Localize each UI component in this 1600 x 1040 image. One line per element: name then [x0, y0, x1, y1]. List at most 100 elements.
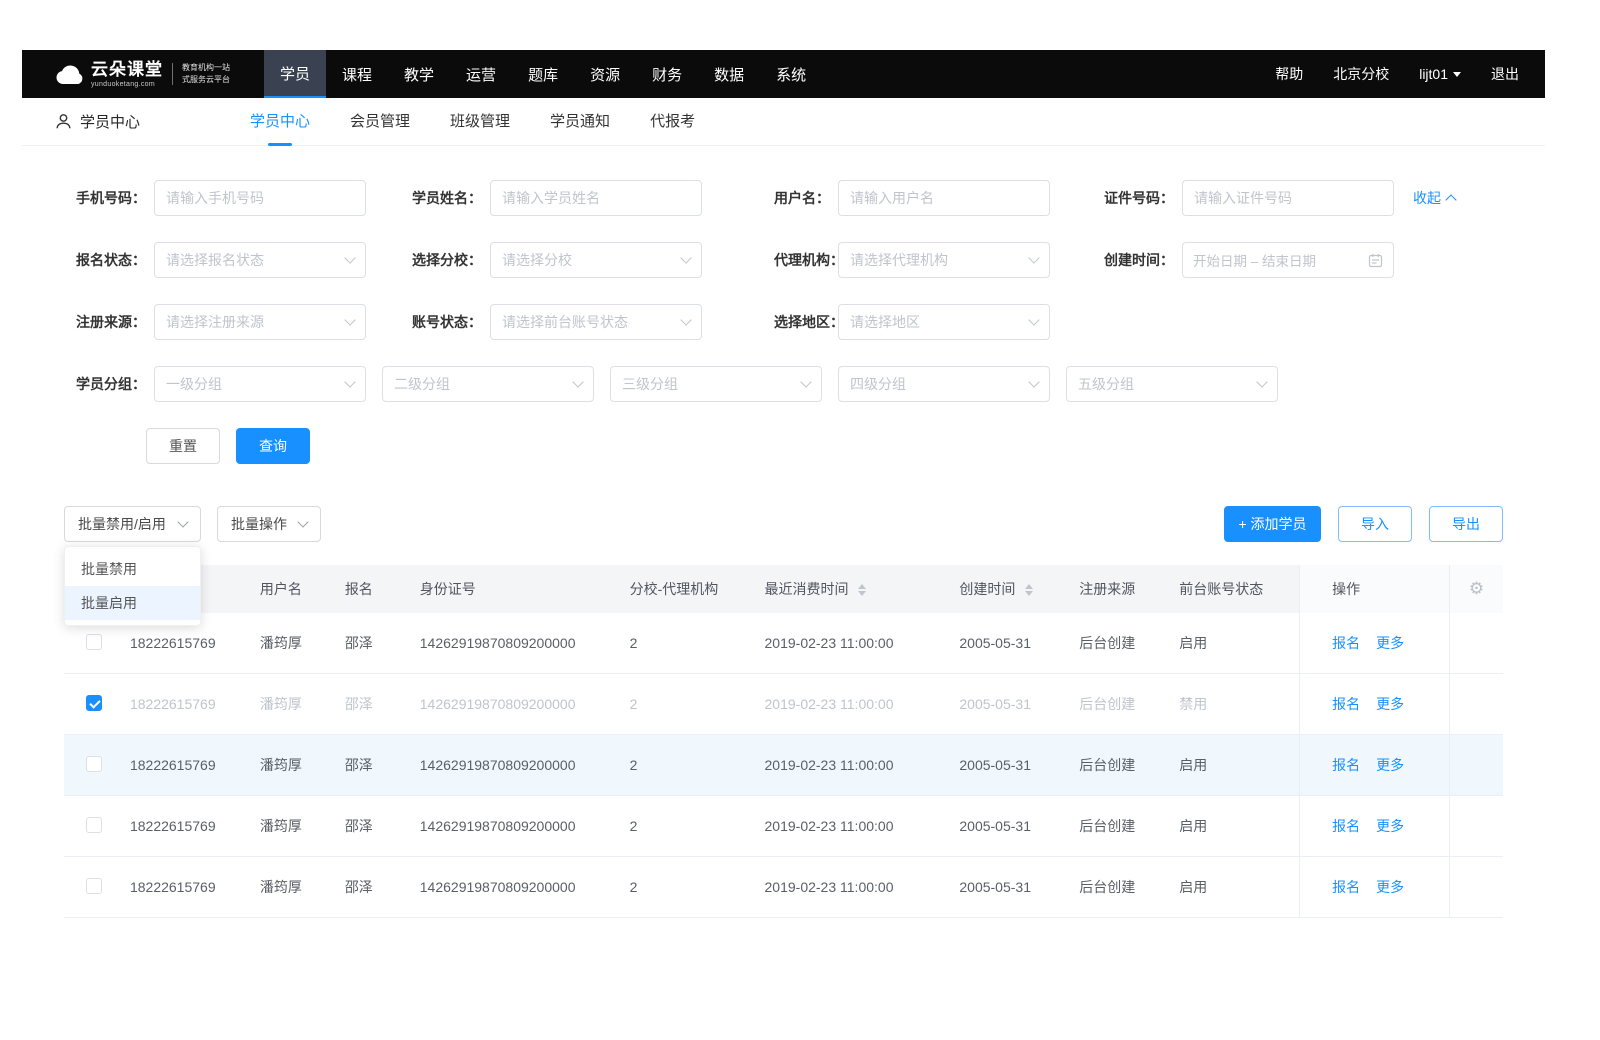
region-label: 选择地区： [774, 312, 830, 332]
enroll-status-select[interactable]: 请选择报名状态 [154, 242, 366, 278]
tab-proxy-exam[interactable]: 代报考 [650, 98, 695, 146]
group-level4-select[interactable]: 四级分组 [838, 366, 1050, 402]
cell-branch-agency: 2 [620, 757, 755, 773]
table-row: 18222615769 潘筠厚 邵泽 14262919870809200000 … [64, 796, 1503, 857]
branch-link[interactable]: 北京分校 [1333, 64, 1389, 84]
chevron-down-icon [344, 376, 355, 387]
nav-item-resources[interactable]: 资源 [574, 50, 636, 98]
column-settings[interactable]: ⚙ [1449, 565, 1503, 613]
cell-id-number: 14262919870809200000 [410, 757, 620, 773]
search-button[interactable]: 查询 [236, 428, 310, 464]
user-menu[interactable]: lijt01 [1419, 66, 1461, 82]
logout-link[interactable]: 退出 [1491, 64, 1519, 84]
enroll-link[interactable]: 报名 [1332, 816, 1360, 836]
nav-item-question-bank[interactable]: 题库 [512, 50, 574, 98]
filter-row-4: 学员分组： 一级分组 二级分组 三级分组 四级分组 [64, 366, 1503, 402]
chevron-down-icon [1028, 314, 1039, 325]
branch-select-label: 选择分校： [402, 250, 482, 270]
reset-button[interactable]: 重置 [146, 428, 220, 464]
more-link[interactable]: 更多 [1376, 877, 1404, 897]
created-time-range-picker[interactable]: 开始日期 – 结束日期 [1182, 242, 1394, 278]
cell-created: 2005-05-31 [949, 757, 1069, 773]
enroll-link[interactable]: 报名 [1332, 877, 1360, 897]
cell-reg-source: 后台创建 [1069, 877, 1169, 897]
caret-down-icon [1453, 72, 1461, 77]
nav-item-teaching[interactable]: 教学 [388, 50, 450, 98]
nav-item-data[interactable]: 数据 [698, 50, 760, 98]
filter-row-3: 注册来源： 请选择注册来源 账号状态： 请选择前台账号状态 选择地区： [64, 304, 1503, 340]
batch-operations-dropdown[interactable]: 批量操作 [217, 506, 321, 542]
column-header-last-consume[interactable]: 最近消费时间 [755, 579, 950, 599]
row-checkbox-checked[interactable] [86, 695, 102, 711]
help-link[interactable]: 帮助 [1275, 64, 1303, 84]
more-link[interactable]: 更多 [1376, 816, 1404, 836]
account-status-label: 账号状态： [402, 312, 482, 332]
student-group-label: 学员分组： [64, 374, 146, 394]
import-button[interactable]: 导入 [1338, 506, 1412, 542]
cell-created: 2005-05-31 [949, 635, 1069, 651]
cell-account-status: 启用 [1169, 755, 1299, 775]
reg-source-label: 注册来源： [64, 312, 146, 332]
gear-icon[interactable]: ⚙ [1469, 565, 1484, 613]
batch-enable-disable-dropdown[interactable]: 批量禁用/启用 [64, 506, 201, 542]
cloud-logo-icon [54, 64, 84, 85]
row-checkbox[interactable] [86, 756, 102, 772]
phone-input[interactable] [154, 180, 366, 216]
username-input[interactable] [838, 180, 1050, 216]
tab-student-center[interactable]: 学员中心 [250, 98, 310, 146]
group-level1-select[interactable]: 一级分组 [154, 366, 366, 402]
nav-item-finance[interactable]: 财务 [636, 50, 698, 98]
nav-item-students[interactable]: 学员 [264, 50, 326, 98]
brand-domain: yunduoketang.com [91, 81, 163, 88]
sort-icon[interactable] [1025, 584, 1033, 596]
nav-item-operations[interactable]: 运营 [450, 50, 512, 98]
menu-item-batch-enable[interactable]: 批量启用 [65, 586, 200, 620]
more-link[interactable]: 更多 [1376, 755, 1404, 775]
row-checkbox[interactable] [86, 634, 102, 650]
enroll-link[interactable]: 报名 [1332, 633, 1360, 653]
export-button[interactable]: 导出 [1429, 506, 1503, 542]
sort-icon[interactable] [858, 584, 866, 596]
region-select[interactable]: 请选择地区 [838, 304, 1050, 340]
account-status-select[interactable]: 请选择前台账号状态 [490, 304, 702, 340]
tab-member-management[interactable]: 会员管理 [350, 98, 410, 146]
cell-reg-source: 后台创建 [1069, 694, 1169, 714]
nav-item-courses[interactable]: 课程 [326, 50, 388, 98]
tab-class-management[interactable]: 班级管理 [450, 98, 510, 146]
group-level3-select[interactable]: 三级分组 [610, 366, 822, 402]
main-menu: 学员 课程 教学 运营 题库 资源 财务 数据 系统 [264, 50, 822, 98]
enroll-link[interactable]: 报名 [1332, 694, 1360, 714]
main-content: 手机号码： 学员姓名： 用户名： 证件号码： 收起 [22, 146, 1545, 918]
cell-created: 2005-05-31 [949, 818, 1069, 834]
student-name-input[interactable] [490, 180, 702, 216]
cell-phone: 18222615769 [120, 696, 250, 712]
table-row: 18222615769 潘筠厚 邵泽 14262919870809200000 … [64, 674, 1503, 735]
row-checkbox[interactable] [86, 878, 102, 894]
group-level2-select[interactable]: 二级分组 [382, 366, 594, 402]
cell-account-status: 禁用 [1169, 694, 1299, 714]
more-link[interactable]: 更多 [1376, 633, 1404, 653]
students-table: 用户名 报名 身份证号 分校-代理机构 最近消费时间 创建时间 注册来源 前台账… [64, 565, 1503, 918]
nav-item-system[interactable]: 系统 [760, 50, 822, 98]
branch-select[interactable]: 请选择分校 [490, 242, 702, 278]
reg-source-select[interactable]: 请选择注册来源 [154, 304, 366, 340]
cell-username: 潘筠厚 [250, 694, 335, 714]
enroll-link[interactable]: 报名 [1332, 755, 1360, 775]
student-center-icon [55, 113, 72, 130]
add-student-button[interactable]: + 添加学员 [1224, 506, 1321, 542]
brand-name: 云朵课堂 [91, 61, 163, 78]
group-level5-select[interactable]: 五级分组 [1066, 366, 1278, 402]
row-checkbox[interactable] [86, 817, 102, 833]
agency-select[interactable]: 请选择代理机构 [838, 242, 1050, 278]
cell-username: 潘筠厚 [250, 633, 335, 653]
calendar-icon [1368, 253, 1383, 268]
cell-account-status: 启用 [1169, 816, 1299, 836]
topnav-right: 帮助 北京分校 lijt01 退出 [1275, 50, 1519, 98]
idcard-input[interactable] [1182, 180, 1394, 216]
column-header-created[interactable]: 创建时间 [949, 579, 1069, 599]
tab-student-notice[interactable]: 学员通知 [550, 98, 610, 146]
more-link[interactable]: 更多 [1376, 694, 1404, 714]
collapse-toggle[interactable]: 收起 [1413, 188, 1455, 208]
menu-item-batch-disable[interactable]: 批量禁用 [65, 552, 200, 586]
cell-id-number: 14262919870809200000 [410, 635, 620, 651]
